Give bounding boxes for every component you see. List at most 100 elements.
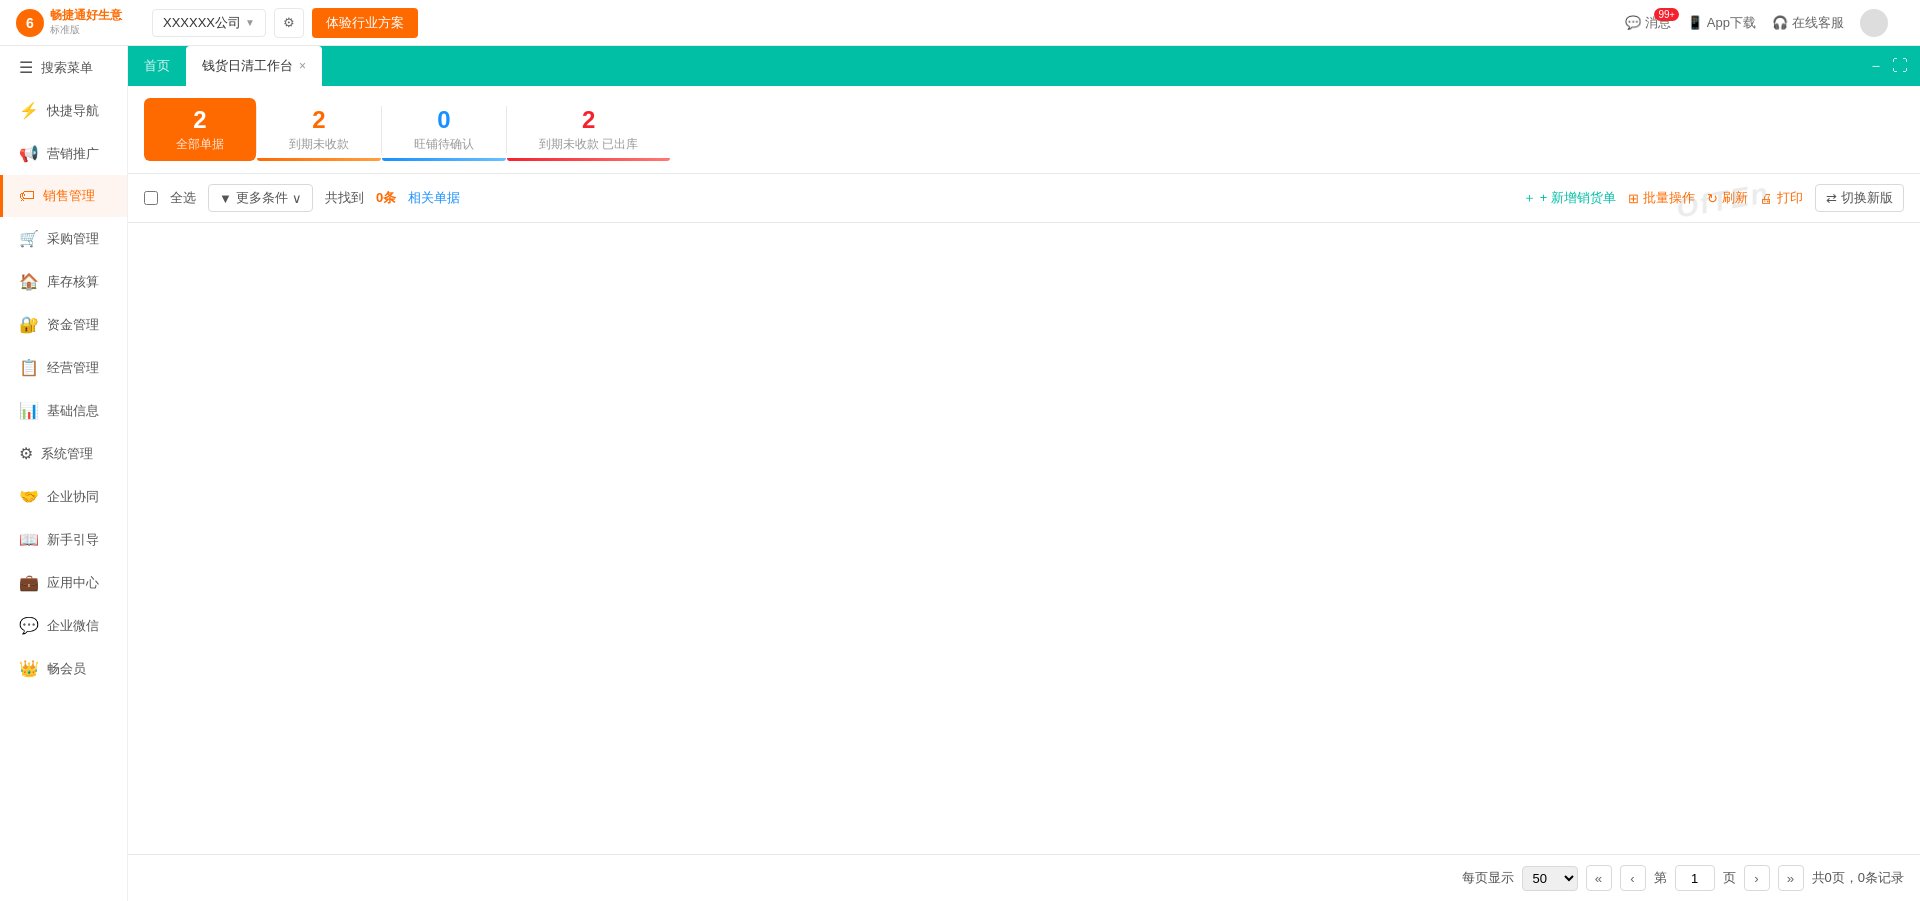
sidebar-item-label-app-center: 应用中心 <box>47 574 99 592</box>
gear-icon: ⚙ <box>283 15 295 30</box>
member-icon: 👑 <box>19 659 39 678</box>
search-menu-icon: ☰ <box>19 58 33 77</box>
page-last-button[interactable]: » <box>1778 865 1804 891</box>
app-download-button[interactable]: 📱 App下载 <box>1687 14 1756 32</box>
switch-icon: ⇄ <box>1826 191 1837 206</box>
refresh-button[interactable]: ↻ 刷新 <box>1707 189 1748 207</box>
sales-icon: 🏷 <box>19 187 35 205</box>
tab-home-label: 首页 <box>144 57 170 75</box>
stat-label-overdue: 到期未收款 <box>289 136 349 153</box>
tab-home[interactable]: 首页 <box>128 46 186 86</box>
stats-bar: 2 全部单据 2 到期未收款 0 旺铺待确认 2 到期未收款 已出库 <box>128 86 1920 174</box>
marketing-icon: 📢 <box>19 144 39 163</box>
operations-icon: 📋 <box>19 358 39 377</box>
found-suffix-link[interactable]: 相关单据 <box>408 189 460 207</box>
stat-card-wangpu[interactable]: 0 旺铺待确认 <box>382 98 506 161</box>
sidebar-item-label-quick-nav: 快捷导航 <box>47 102 99 120</box>
sidebar-item-member[interactable]: 👑 畅会员 <box>0 647 127 690</box>
message-button[interactable]: 💬 消息 99+ <box>1625 14 1671 32</box>
page-label: 第 <box>1654 869 1667 887</box>
top-right-actions: 💬 消息 99+ 📱 App下载 🎧 在线客服 <box>1625 9 1904 37</box>
sidebar-item-wechat[interactable]: 💬 企业微信 <box>0 604 127 647</box>
quick-nav-icon: ⚡ <box>19 101 39 120</box>
app-center-icon: 💼 <box>19 573 39 592</box>
trial-button[interactable]: 体验行业方案 <box>312 8 418 38</box>
print-button[interactable]: 🖨 打印 <box>1760 189 1803 207</box>
filter-chevron-icon: ∨ <box>292 191 302 206</box>
tab-workspace-label: 钱货日清工作台 <box>202 57 293 75</box>
tab-close-icon[interactable]: × <box>299 59 306 73</box>
filter-button[interactable]: ▼ 更多条件 ∨ <box>208 184 313 212</box>
service-icon: 🎧 <box>1772 15 1788 30</box>
tab-workspace[interactable]: 钱货日清工作台 × <box>186 46 322 86</box>
switch-version-button[interactable]: ⇄ 切换新版 <box>1815 184 1904 212</box>
per-page-label: 每页显示 <box>1462 869 1514 887</box>
logo-icon: 6 <box>16 9 44 37</box>
found-count: 0条 <box>376 189 396 207</box>
sidebar-item-enterprise[interactable]: 🤝 企业协同 <box>0 475 127 518</box>
top-bar: 6 畅捷通好生意 标准版 XXXXXX公司 ▼ ⚙ 体验行业方案 💬 消息 99… <box>0 0 1920 46</box>
sidebar-item-sales[interactable]: 🏷 销售管理 <box>0 175 127 217</box>
message-icon: 💬 <box>1625 15 1641 30</box>
stat-label-shipped: 到期未收款 已出库 <box>539 136 638 153</box>
online-service-button[interactable]: 🎧 在线客服 <box>1772 14 1844 32</box>
add-sales-button[interactable]: ＋ + 新增销货单 <box>1523 189 1616 207</box>
page-next-button[interactable]: › <box>1744 865 1770 891</box>
logo-name: 畅捷通好生意 <box>50 8 122 24</box>
toolbar-right: ＋ + 新增销货单 ⊞ 批量操作 ↻ 刷新 🖨 打印 ⇄ 切换新版 <box>1523 184 1904 212</box>
per-page-select[interactable]: 50 100 200 <box>1522 866 1578 891</box>
stat-label-wangpu: 旺铺待确认 <box>414 136 474 153</box>
company-selector[interactable]: XXXXXX公司 ▼ <box>152 9 266 37</box>
sidebar-item-label-inventory: 库存核算 <box>47 273 99 291</box>
basic-info-icon: 📊 <box>19 401 39 420</box>
company-name: XXXXXX公司 <box>163 14 241 32</box>
batch-operations-button[interactable]: ⊞ 批量操作 <box>1628 189 1695 207</box>
stat-card-shipped[interactable]: 2 到期未收款 已出库 <box>507 98 670 161</box>
tab-minimize-icon[interactable]: － <box>1868 56 1884 77</box>
select-all-checkbox[interactable] <box>144 191 158 205</box>
sidebar-item-purchase[interactable]: 🛒 采购管理 <box>0 217 127 260</box>
content-area: 2 全部单据 2 到期未收款 0 旺铺待确认 2 到期未收款 已出库 <box>128 86 1920 901</box>
sidebar-item-finance[interactable]: 🔐 资金管理 <box>0 303 127 346</box>
sidebar-item-basic-info[interactable]: 📊 基础信息 <box>0 389 127 432</box>
sidebar: ☰ 搜索菜单 ⚡ 快捷导航 📢 营销推广 🏷 销售管理 🛒 采购管理 🏠 库存核… <box>0 46 128 901</box>
page-input[interactable] <box>1675 865 1715 891</box>
sidebar-item-label-basic-info: 基础信息 <box>47 402 99 420</box>
finance-icon: 🔐 <box>19 315 39 334</box>
avatar[interactable] <box>1860 9 1888 37</box>
sidebar-item-inventory[interactable]: 🏠 库存核算 <box>0 260 127 303</box>
batch-icon: ⊞ <box>1628 191 1639 206</box>
table-area <box>128 223 1920 854</box>
tab-bar-actions: － ⛶ <box>1868 56 1920 77</box>
settings-button[interactable]: ⚙ <box>274 8 304 38</box>
sidebar-item-label-system: 系统管理 <box>41 445 93 463</box>
refresh-label: 刷新 <box>1722 189 1748 207</box>
found-prefix: 共找到 <box>325 189 364 207</box>
sidebar-item-marketing[interactable]: 📢 营销推广 <box>0 132 127 175</box>
sidebar-item-search-menu[interactable]: ☰ 搜索菜单 <box>0 46 127 89</box>
page-suffix: 页 <box>1723 869 1736 887</box>
system-icon: ⚙ <box>19 444 33 463</box>
tab-expand-icon[interactable]: ⛶ <box>1892 57 1908 75</box>
sidebar-item-guide[interactable]: 📖 新手引导 <box>0 518 127 561</box>
refresh-icon: ↻ <box>1707 191 1718 206</box>
page-first-button[interactable]: « <box>1586 865 1612 891</box>
enterprise-icon: 🤝 <box>19 487 39 506</box>
sidebar-item-label-operations: 经营管理 <box>47 359 99 377</box>
sidebar-item-quick-nav[interactable]: ⚡ 快捷导航 <box>0 89 127 132</box>
sidebar-item-system[interactable]: ⚙ 系统管理 <box>0 432 127 475</box>
sidebar-item-label-finance: 资金管理 <box>47 316 99 334</box>
sidebar-item-label-sales: 销售管理 <box>43 187 95 205</box>
stat-label-all: 全部单据 <box>176 136 224 153</box>
stat-card-all[interactable]: 2 全部单据 <box>144 98 256 161</box>
sidebar-item-label-enterprise: 企业协同 <box>47 488 99 506</box>
app-download-label: App下载 <box>1707 14 1756 32</box>
guide-icon: 📖 <box>19 530 39 549</box>
sidebar-item-label-member: 畅会员 <box>47 660 86 678</box>
switch-label: 切换新版 <box>1841 189 1893 207</box>
sidebar-item-operations[interactable]: 📋 经营管理 <box>0 346 127 389</box>
page-prev-button[interactable]: ‹ <box>1620 865 1646 891</box>
stat-card-overdue[interactable]: 2 到期未收款 <box>257 98 381 161</box>
sidebar-item-app-center[interactable]: 💼 应用中心 <box>0 561 127 604</box>
stat-number-wangpu: 0 <box>437 106 450 134</box>
